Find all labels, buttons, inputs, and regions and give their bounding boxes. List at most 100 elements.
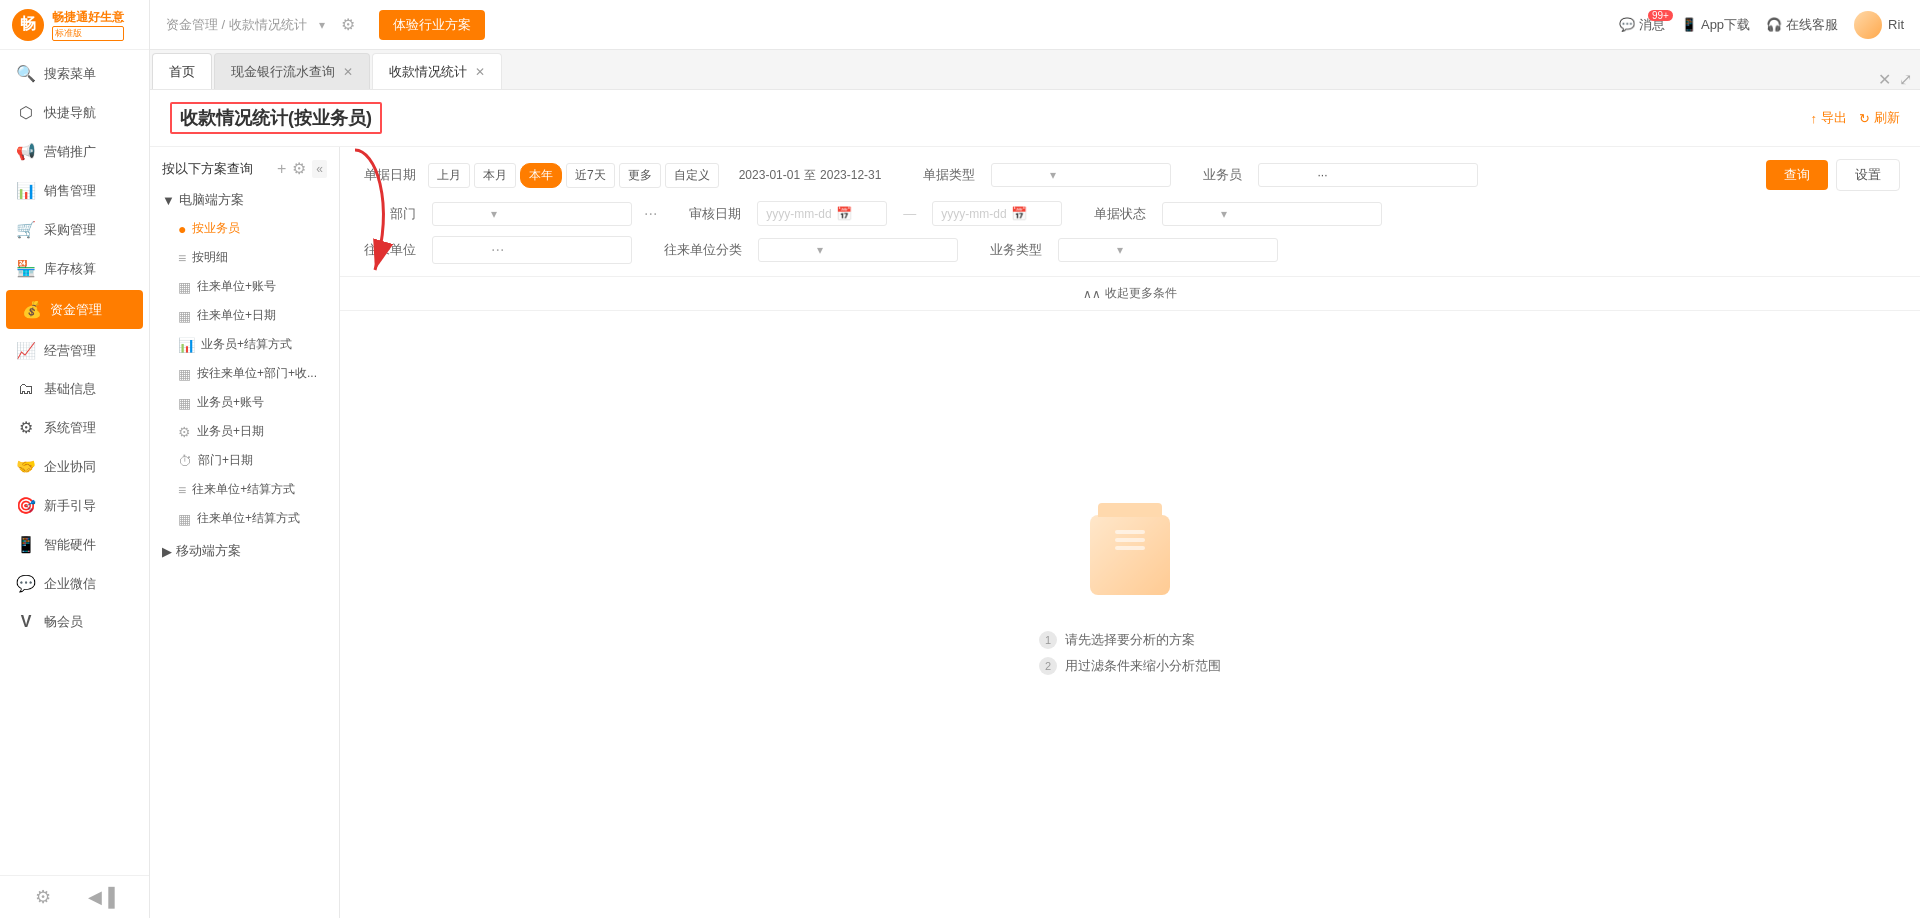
settings-btn[interactable]: 设置 xyxy=(1836,159,1900,191)
sidebar-item-member[interactable]: V 畅会员 xyxy=(0,603,149,641)
date-btn-more[interactable]: 更多 xyxy=(619,163,661,188)
tab-home-label: 首页 xyxy=(169,63,195,81)
sidebar-item-marketing[interactable]: 📢 营销推广 xyxy=(0,132,149,171)
department-more-icon[interactable]: ··· xyxy=(644,205,657,223)
sales-icon: 📊 xyxy=(16,181,36,200)
voucher-status-select[interactable]: ▾ xyxy=(1162,202,1382,226)
member-icon: V xyxy=(16,613,36,631)
tree-item-unit-date-label: 往来单位+日期 xyxy=(197,307,276,324)
user-avatar[interactable] xyxy=(1854,11,1882,39)
business-type-label: 业务类型 xyxy=(990,242,1042,257)
review-date-start[interactable]: yyyy-mm-dd 📅 xyxy=(757,201,887,226)
date-btn-custom[interactable]: 自定义 xyxy=(665,163,719,188)
tree-item-unit-settle2[interactable]: ▦ 往来单位+结算方式 xyxy=(150,504,339,533)
tree-section-mobile-header[interactable]: ▶ 移动端方案 xyxy=(150,537,339,565)
online-service-label: 在线客服 xyxy=(1786,16,1838,34)
tree-item-dept-date[interactable]: ⏱ 部门+日期 xyxy=(150,446,339,475)
tree-item-sp-account-icon: ▦ xyxy=(178,395,191,411)
salesperson-select[interactable]: ··· xyxy=(1258,163,1478,187)
collapse-sidebar-icon[interactable]: ◀▐ xyxy=(88,886,115,908)
tree-item-detail[interactable]: ≡ 按明细 xyxy=(150,243,339,272)
tree-item-salesperson-label: 按业务员 xyxy=(192,220,240,237)
tree-item-detail-label: 按明细 xyxy=(192,249,228,266)
sidebar-item-inventory[interactable]: 🏪 库存核算 xyxy=(0,249,149,288)
try-industry-btn[interactable]: 体验行业方案 xyxy=(379,10,485,40)
tab-collection-close[interactable]: ✕ xyxy=(475,65,485,79)
voucher-type-select[interactable]: ▾ xyxy=(991,163,1171,187)
department-select[interactable]: ▾ xyxy=(432,202,632,226)
filter-row-1: 单据日期 上月 本月 本年 近7天 更多 自定义 2023-01-01 至 20… xyxy=(360,159,1900,191)
panel-collapse-btn[interactable]: « xyxy=(312,160,327,178)
tree-item-unit-account[interactable]: ▦ 往来单位+账号 xyxy=(150,272,339,301)
tree-item-sp-date-icon: ⚙ xyxy=(178,424,191,440)
tree-item-unit-dept[interactable]: ▦ 按往来单位+部门+收... xyxy=(150,359,339,388)
counterpart-more-icon: ··· xyxy=(491,241,504,259)
tree-item-salesperson-settlement[interactable]: 📊 业务员+结算方式 xyxy=(150,330,339,359)
tree-item-unit-settle1[interactable]: ≡ 往来单位+结算方式 xyxy=(150,475,339,504)
business-type-select[interactable]: ▾ xyxy=(1058,238,1278,262)
tab-cashflow-close[interactable]: ✕ xyxy=(343,65,353,79)
counterpart-select[interactable]: ··· xyxy=(432,236,632,264)
topbar-gear-icon[interactable]: ⚙ xyxy=(337,11,359,38)
add-scheme-btn[interactable]: + xyxy=(277,160,286,178)
app-download-btn[interactable]: 📱 App下载 xyxy=(1681,16,1750,34)
sidebar-item-search-menu[interactable]: 🔍 搜索菜单 xyxy=(0,54,149,93)
refresh-label: 刷新 xyxy=(1874,109,1900,127)
tree-item-sp-settlement-icon: 📊 xyxy=(178,337,195,353)
sidebar-item-sales[interactable]: 📊 销售管理 xyxy=(0,171,149,210)
date-btn-7days[interactable]: 近7天 xyxy=(566,163,615,188)
sidebar-bottom: ⚙ ◀▐ xyxy=(0,875,149,918)
tree-item-sp-account[interactable]: ▦ 业务员+账号 xyxy=(150,388,339,417)
sidebar-item-hardware[interactable]: 📱 智能硬件 xyxy=(0,525,149,564)
sidebar-item-guide[interactable]: 🎯 新手引导 xyxy=(0,486,149,525)
messages-btn[interactable]: 💬 消息 99+ xyxy=(1619,16,1665,34)
panel-header: 按以下方案查询 + ⚙ « xyxy=(150,159,339,186)
collapse-more-btn[interactable]: ∧∧ 收起更多条件 xyxy=(340,277,1920,311)
date-btn-this-month[interactable]: 本月 xyxy=(474,163,516,188)
step-2-circle: 2 xyxy=(1039,657,1057,675)
window-maximize-btn[interactable]: ⤢ xyxy=(1899,70,1912,89)
date-btn-last-month[interactable]: 上月 xyxy=(428,163,470,188)
sidebar-item-system[interactable]: ⚙ 系统管理 xyxy=(0,408,149,447)
sidebar-item-enterprise[interactable]: 🤝 企业协同 xyxy=(0,447,149,486)
empty-state: 1 请先选择要分析的方案 2 用过滤条件来缩小分析范围 xyxy=(340,311,1920,918)
sidebar-item-quick-nav[interactable]: ⬡ 快捷导航 xyxy=(0,93,149,132)
review-date-end[interactable]: yyyy-mm-dd 📅 xyxy=(932,201,1062,226)
topbar-dropdown-icon[interactable]: ▾ xyxy=(319,18,325,32)
tab-cashflow[interactable]: 现金银行流水查询 ✕ xyxy=(214,53,370,89)
tree-item-unit-date[interactable]: ▦ 往来单位+日期 xyxy=(150,301,339,330)
tab-home[interactable]: 首页 xyxy=(152,53,212,89)
tree-expand-icon: ▼ xyxy=(162,193,175,208)
tree-item-active-icon: ● xyxy=(178,221,186,237)
online-service-btn[interactable]: 🎧 在线客服 xyxy=(1766,16,1838,34)
content-area: 按以下方案查询 + ⚙ « ▼ 电脑端方案 ● 按业务员 ≡ xyxy=(150,147,1920,918)
window-close-btn[interactable]: ✕ xyxy=(1878,70,1891,89)
tree-item-sp-date[interactable]: ⚙ 业务员+日期 xyxy=(150,417,339,446)
refresh-btn[interactable]: ↻ 刷新 xyxy=(1859,109,1900,127)
tree-mobile-expand-icon: ▶ xyxy=(162,544,172,559)
calendar-start-icon: 📅 xyxy=(836,206,852,221)
export-btn[interactable]: ↑ 导出 xyxy=(1811,109,1848,127)
tree-item-dept-date-label: 部门+日期 xyxy=(198,452,253,469)
sidebar-item-wechat[interactable]: 💬 企业微信 xyxy=(0,564,149,603)
query-btn[interactable]: 查询 xyxy=(1766,160,1828,190)
tree-section-mobile: ▶ 移动端方案 xyxy=(150,537,339,565)
sidebar-item-operations[interactable]: 📈 经营管理 xyxy=(0,331,149,370)
date-btn-this-year[interactable]: 本年 xyxy=(520,163,562,188)
sidebar-item-finance[interactable]: 💰 资金管理 xyxy=(6,290,143,329)
voucher-type-label: 单据类型 xyxy=(923,167,975,182)
messages-badge: 99+ xyxy=(1648,10,1673,21)
voucher-status-label: 单据状态 xyxy=(1094,206,1146,221)
review-date-end-placeholder: yyyy-mm-dd xyxy=(941,207,1006,221)
tab-collection[interactable]: 收款情况统计 ✕ xyxy=(372,53,502,89)
tree-item-dept-date-icon: ⏱ xyxy=(178,453,192,469)
right-content: 单据日期 上月 本月 本年 近7天 更多 自定义 2023-01-01 至 20… xyxy=(340,147,1920,918)
voucher-status-arrow-icon: ▾ xyxy=(1221,207,1227,221)
tree-section-pc-header[interactable]: ▼ 电脑端方案 xyxy=(150,186,339,214)
scheme-settings-btn[interactable]: ⚙ xyxy=(292,159,306,178)
sidebar-item-purchase[interactable]: 🛒 采购管理 xyxy=(0,210,149,249)
settings-bottom-icon[interactable]: ⚙ xyxy=(35,886,51,908)
counterpart-category-select[interactable]: ▾ xyxy=(758,238,958,262)
sidebar-item-basic-info[interactable]: 🗂 基础信息 xyxy=(0,370,149,408)
tree-item-salesperson[interactable]: ● 按业务员 xyxy=(150,214,339,243)
